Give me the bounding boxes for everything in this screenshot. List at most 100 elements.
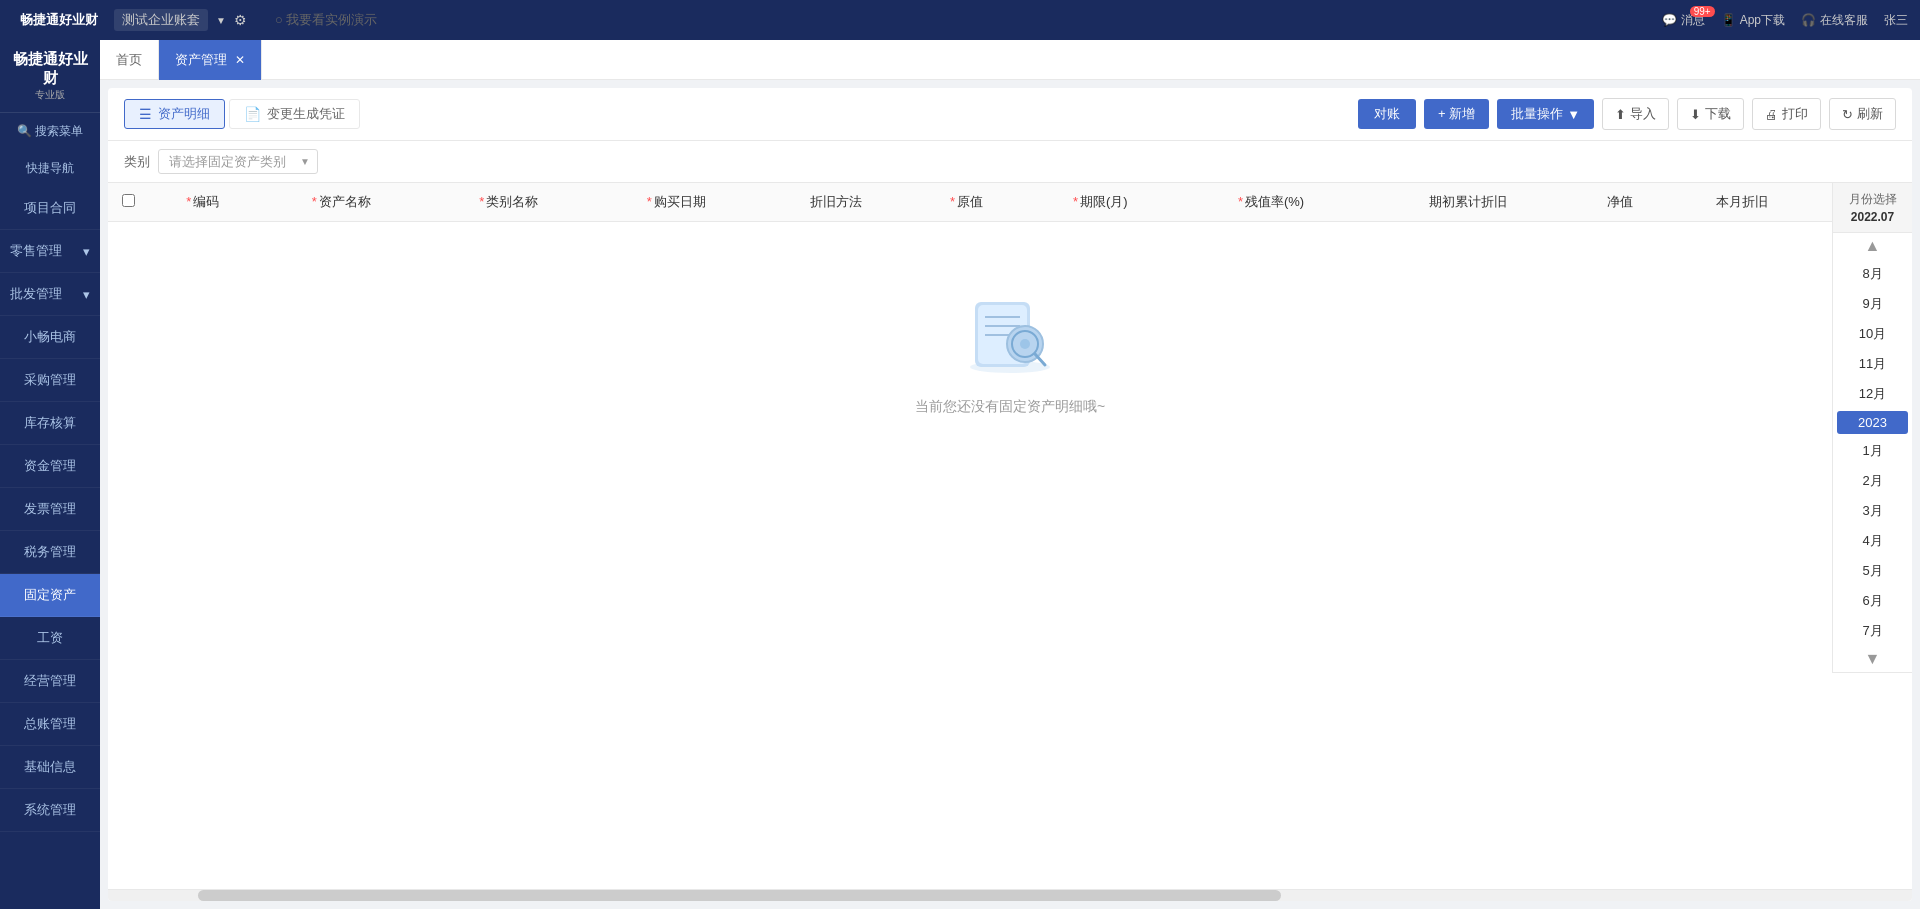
- list-icon: ☰: [139, 106, 152, 122]
- app-logo: 畅捷通好业财: [12, 12, 106, 28]
- month-item-5[interactable]: 5月: [1833, 556, 1912, 586]
- print-button[interactable]: 🖨 打印: [1752, 98, 1821, 130]
- month-item-3[interactable]: 3月: [1833, 496, 1912, 526]
- refresh-button[interactable]: ↻ 刷新: [1829, 98, 1896, 130]
- col-net-value: 净值: [1573, 183, 1667, 222]
- empty-state: 当前您还没有固定资产明细哦~: [108, 222, 1912, 476]
- tab-asset-mgmt[interactable]: 资产管理 ✕: [159, 40, 262, 80]
- tab-home[interactable]: 首页: [100, 40, 159, 80]
- batch-button[interactable]: 批量操作 ▼: [1497, 99, 1594, 129]
- sidebar-item-finance[interactable]: 资金管理: [0, 445, 100, 488]
- col-name: *资产名称: [258, 183, 426, 222]
- sidebar-item-basic-info[interactable]: 基础信息: [0, 746, 100, 789]
- col-monthly-depreciation: 本月折旧: [1666, 183, 1818, 222]
- reconcile-button[interactable]: 对账: [1358, 99, 1416, 129]
- batch-dropdown-icon: ▼: [1567, 107, 1580, 122]
- message-button[interactable]: 💬 消息 99+: [1662, 12, 1705, 29]
- app-name: 畅捷通好业财: [20, 12, 98, 27]
- sub-tab-change-voucher[interactable]: 📄 变更生成凭证: [229, 99, 360, 129]
- sidebar-item-inventory[interactable]: 库存核算: [0, 402, 100, 445]
- company-selector[interactable]: 测试企业账套: [114, 9, 208, 31]
- scroll-thumb[interactable]: [198, 890, 1280, 901]
- header-row: *编码 *资产名称 *类别名称 *购买日期 折旧方法 *原值 *期限(月) *残…: [108, 183, 1912, 222]
- empty-text: 当前您还没有固定资产明细哦~: [915, 398, 1105, 416]
- filter-bar: 类别 请选择固定资产类别 ▼: [108, 141, 1912, 183]
- month-nav-down: ▼: [1833, 646, 1912, 672]
- month-up-button[interactable]: ▲: [1861, 237, 1885, 255]
- horizontal-scrollbar[interactable]: [108, 889, 1912, 901]
- month-down-button[interactable]: ▼: [1861, 650, 1885, 668]
- app-branding: 畅捷通好业财 专业版: [0, 40, 100, 113]
- svg-point-9: [1020, 339, 1030, 349]
- demo-link[interactable]: ○ 我要看实例演示: [275, 11, 377, 29]
- search-menu[interactable]: 🔍 搜索菜单: [0, 113, 100, 150]
- col-code: *编码: [148, 183, 258, 222]
- month-item-2[interactable]: 2月: [1833, 466, 1912, 496]
- add-button[interactable]: + 新增: [1424, 99, 1489, 129]
- month-item-6[interactable]: 6月: [1833, 586, 1912, 616]
- col-initial-depreciation: 期初累计折旧: [1363, 183, 1573, 222]
- col-period: *期限(月): [1021, 183, 1179, 222]
- company-dropdown-icon[interactable]: ▼: [216, 15, 226, 26]
- col-checkbox: [108, 183, 148, 222]
- user-info[interactable]: 张三: [1884, 12, 1908, 29]
- month-item-11[interactable]: 11月: [1833, 349, 1912, 379]
- current-year-badge: 2023: [1837, 411, 1908, 434]
- sidebar-item-ecommerce[interactable]: 小畅电商: [0, 316, 100, 359]
- sidebar-item-operations[interactable]: 经营管理: [0, 660, 100, 703]
- sidebar-item-invoice[interactable]: 发票管理: [0, 488, 100, 531]
- col-depreciation: 折旧方法: [760, 183, 912, 222]
- asset-page: ☰ 资产明细 📄 变更生成凭证 对账 + 新增 批量操作 ▼: [108, 88, 1912, 901]
- content-area: 首页 资产管理 ✕ ☰ 资产明细 📄 变更生成凭证: [100, 40, 1920, 909]
- quick-nav[interactable]: 快捷导航: [0, 150, 100, 187]
- page-content: ☰ 资产明细 📄 变更生成凭证 对账 + 新增 批量操作 ▼: [108, 88, 1912, 901]
- select-all-checkbox[interactable]: [122, 194, 135, 207]
- sidebar-item-fixed-assets[interactable]: 固定资产: [0, 574, 100, 617]
- app-download-button[interactable]: 📱 App下载: [1721, 12, 1785, 29]
- download-icon: ⬇: [1690, 107, 1701, 122]
- month-item-12[interactable]: 12月: [1833, 379, 1912, 409]
- retail-arrow-icon: ▾: [83, 244, 90, 259]
- import-button[interactable]: ⬆ 导入: [1602, 98, 1669, 130]
- sidebar-item-wholesale[interactable]: 批发管理 ▾: [0, 273, 100, 316]
- filter-label: 类别: [124, 153, 150, 171]
- month-item-1[interactable]: 1月: [1833, 436, 1912, 466]
- sidebar-item-system[interactable]: 系统管理: [0, 789, 100, 832]
- download-button[interactable]: ⬇ 下载: [1677, 98, 1744, 130]
- main-layout: 畅捷通好业财 专业版 🔍 搜索菜单 快捷导航 项目合同 零售管理 ▾ 批发管理 …: [0, 40, 1920, 909]
- sidebar-item-general-ledger[interactable]: 总账管理: [0, 703, 100, 746]
- doc-icon: 📄: [244, 106, 261, 122]
- refresh-icon: ↻: [1842, 107, 1853, 122]
- wholesale-arrow-icon: ▾: [83, 287, 90, 302]
- sidebar-item-retail[interactable]: 零售管理 ▾: [0, 230, 100, 273]
- sub-tab-asset-detail[interactable]: ☰ 资产明细: [124, 99, 225, 129]
- table-area: *编码 *资产名称 *类别名称 *购买日期 折旧方法 *原值 *期限(月) *残…: [108, 183, 1912, 901]
- col-category: *类别名称: [425, 183, 593, 222]
- brand-edition: 专业版: [8, 88, 92, 102]
- month-panel: 月份选择 2022.07 ▲ 8月 9月 10月 11月 12月 2023 1月: [1832, 183, 1912, 673]
- category-filter[interactable]: 请选择固定资产类别: [158, 149, 318, 174]
- sidebar-item-purchase[interactable]: 采购管理: [0, 359, 100, 402]
- online-service-button[interactable]: 🎧 在线客服: [1801, 12, 1868, 29]
- settings-icon[interactable]: ⚙: [234, 12, 247, 28]
- col-residual-rate: *残值率(%): [1179, 183, 1363, 222]
- top-bar-right: 💬 消息 99+ 📱 App下载 🎧 在线客服 张三: [1662, 12, 1908, 29]
- month-item-9[interactable]: 9月: [1833, 289, 1912, 319]
- sub-tabs: ☰ 资产明细 📄 变更生成凭证 对账 + 新增 批量操作 ▼: [108, 88, 1912, 141]
- empty-svg: [950, 282, 1070, 382]
- month-item-4[interactable]: 4月: [1833, 526, 1912, 556]
- asset-table: *编码 *资产名称 *类别名称 *购买日期 折旧方法 *原值 *期限(月) *残…: [108, 183, 1912, 222]
- brand-name: 畅捷通好业财: [8, 50, 92, 88]
- table-and-panel: *编码 *资产名称 *类别名称 *购买日期 折旧方法 *原值 *期限(月) *残…: [108, 183, 1912, 901]
- month-nav-up: ▲: [1833, 233, 1912, 259]
- filter-select-wrap: 请选择固定资产类别 ▼: [158, 149, 318, 174]
- month-item-7-2023[interactable]: 7月: [1833, 616, 1912, 646]
- col-purchase-date: *购买日期: [593, 183, 761, 222]
- month-item-8[interactable]: 8月: [1833, 259, 1912, 289]
- sidebar-item-tax[interactable]: 税务管理: [0, 531, 100, 574]
- month-item-10[interactable]: 10月: [1833, 319, 1912, 349]
- month-panel-header: 月份选择 2022.07: [1833, 183, 1912, 233]
- tab-close-icon[interactable]: ✕: [235, 53, 245, 67]
- sidebar-item-salary[interactable]: 工资: [0, 617, 100, 660]
- sidebar-item-project-contract[interactable]: 项目合同: [0, 187, 100, 230]
